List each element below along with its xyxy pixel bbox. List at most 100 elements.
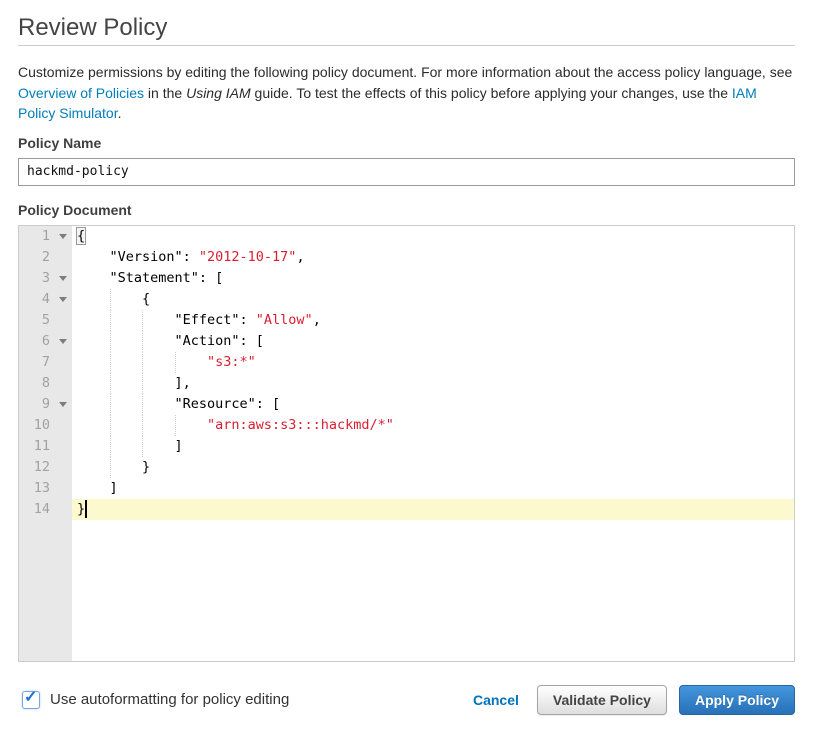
validate-policy-button[interactable]: Validate Policy: [537, 685, 667, 715]
code-token-string: "arn:aws:s3:::hackmd/*": [207, 417, 394, 433]
code-token: {: [77, 228, 85, 244]
code-line[interactable]: }: [72, 499, 794, 520]
cancel-link[interactable]: Cancel: [473, 692, 519, 708]
policy-document-editor[interactable]: 1234567891011121314 {"Version": "2012-10…: [18, 225, 795, 662]
editor-lines[interactable]: { "Version": "2012-10-17", "Statement": [ {…: [72, 226, 794, 661]
fold-arrow-icon[interactable]: [59, 297, 67, 302]
gutter-line-number: 5: [19, 310, 72, 331]
indent-guide: [110, 310, 143, 331]
code-token: }: [142, 459, 150, 475]
apply-policy-button[interactable]: Apply Policy: [679, 685, 795, 715]
code-line[interactable]: ]: [72, 436, 794, 457]
indent-guide: [142, 352, 175, 373]
gutter-line-number: 13: [19, 478, 72, 499]
indent-guide: [77, 310, 110, 331]
overview-of-policies-link[interactable]: Overview of Policies: [18, 85, 144, 101]
code-line[interactable]: "s3:*": [72, 352, 794, 373]
code-line[interactable]: "Version": "2012-10-17",: [72, 247, 794, 268]
intro-text-4: .: [118, 105, 122, 121]
gutter-line-number: 10: [19, 415, 72, 436]
gutter-line-number: 1: [19, 226, 72, 247]
code-token: ]: [175, 438, 183, 454]
indent-guide: [110, 457, 143, 478]
gutter-line-number: 14: [19, 499, 72, 520]
code-line[interactable]: "Statement": [: [72, 268, 794, 289]
gutter-line-number: 2: [19, 247, 72, 268]
code-token: ,: [313, 312, 321, 328]
footer-bar: ✓ Use autoformatting for policy editing …: [18, 685, 795, 715]
footer-actions: Cancel Validate Policy Apply Policy: [473, 685, 795, 715]
gutter-line-number: 6: [19, 331, 72, 352]
gutter-line-number: 11: [19, 436, 72, 457]
code-token-string: "Allow": [256, 312, 313, 328]
indent-guide: [142, 394, 175, 415]
intro-text-2: in the: [144, 85, 186, 101]
autoformat-checkbox[interactable]: ✓: [22, 691, 40, 709]
gutter-line-number: 9: [19, 394, 72, 415]
indent-guide: [110, 289, 143, 310]
code-token: {: [142, 291, 150, 307]
indent-guide: [77, 352, 110, 373]
editor-gutter: 1234567891011121314: [19, 226, 72, 661]
indent-guide: [175, 415, 208, 436]
policy-name-label: Policy Name: [18, 135, 795, 151]
fold-arrow-icon[interactable]: [59, 339, 67, 344]
indent-guide: [142, 331, 175, 352]
indent-guide: [175, 352, 208, 373]
fold-arrow-icon[interactable]: [59, 234, 67, 239]
indent-guide: [142, 310, 175, 331]
code-token-string: "s3:*": [207, 354, 256, 370]
autoformat-option[interactable]: ✓ Use autoformatting for policy editing: [18, 691, 289, 709]
code-token: ]: [110, 480, 118, 496]
text-cursor: [85, 500, 87, 518]
code-token: "Effect":: [175, 312, 256, 328]
indent-guide: [77, 247, 110, 268]
code-line[interactable]: }: [72, 457, 794, 478]
code-line[interactable]: "Resource": [: [72, 394, 794, 415]
intro-paragraph: Customize permissions by editing the fol…: [18, 62, 797, 124]
indent-guide: [110, 352, 143, 373]
indent-guide: [110, 331, 143, 352]
code-line[interactable]: "arn:aws:s3:::hackmd/*": [72, 415, 794, 436]
using-iam-guide-title: Using IAM: [186, 85, 251, 101]
policy-name-input[interactable]: [18, 158, 795, 186]
code-token: "Action": [: [175, 333, 264, 349]
gutter-line-number: 12: [19, 457, 72, 478]
indent-guide: [77, 331, 110, 352]
indent-guide: [77, 268, 110, 289]
gutter-line-number: 8: [19, 373, 72, 394]
indent-guide: [77, 478, 110, 499]
code-line[interactable]: "Action": [: [72, 331, 794, 352]
code-line[interactable]: "Effect": "Allow",: [72, 310, 794, 331]
page-title: Review Policy: [18, 15, 795, 46]
code-line[interactable]: ],: [72, 373, 794, 394]
indent-guide: [77, 289, 110, 310]
code-token: ,: [296, 249, 304, 265]
code-token: "Version":: [110, 249, 199, 265]
indent-guide: [110, 436, 143, 457]
indent-guide: [77, 457, 110, 478]
code-token: ],: [175, 375, 191, 391]
indent-guide: [77, 436, 110, 457]
policy-document-label: Policy Document: [18, 202, 795, 218]
intro-text-1: Customize permissions by editing the fol…: [18, 64, 792, 80]
indent-guide: [142, 373, 175, 394]
indent-guide: [77, 394, 110, 415]
indent-guide: [77, 373, 110, 394]
code-token: "Resource": [: [175, 396, 281, 412]
indent-guide: [142, 415, 175, 436]
checkmark-icon: ✓: [24, 689, 37, 707]
code-token: "Statement": [: [110, 270, 224, 286]
gutter-line-number: 4: [19, 289, 72, 310]
indent-guide: [110, 415, 143, 436]
code-line[interactable]: ]: [72, 478, 794, 499]
code-token: }: [77, 501, 85, 517]
gutter-line-number: 3: [19, 268, 72, 289]
indent-guide: [77, 415, 110, 436]
fold-arrow-icon[interactable]: [59, 276, 67, 281]
gutter-line-number: 7: [19, 352, 72, 373]
code-token-string: "2012-10-17": [199, 249, 297, 265]
fold-arrow-icon[interactable]: [59, 402, 67, 407]
code-line[interactable]: {: [72, 289, 794, 310]
code-line[interactable]: {: [72, 226, 794, 247]
